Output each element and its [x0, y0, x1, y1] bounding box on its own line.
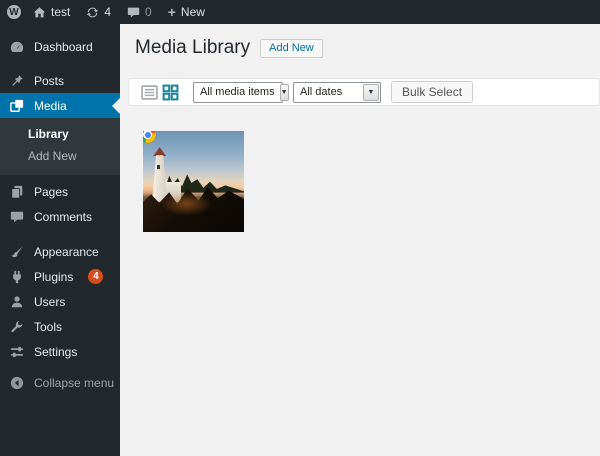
- sidebar-item-posts[interactable]: Posts: [0, 68, 120, 93]
- bulk-select-button[interactable]: Bulk Select: [391, 81, 474, 103]
- pushpin-icon: [12, 74, 23, 86]
- sidebar-item-label: Appearance: [34, 244, 99, 259]
- sidebar-item-media[interactable]: Media: [0, 93, 120, 118]
- sidebar-item-pages[interactable]: Pages: [0, 179, 120, 204]
- pages-icon: [11, 185, 23, 199]
- settings-sliders-icon: [10, 346, 24, 357]
- sidebar-item-tools[interactable]: Tools: [0, 314, 120, 339]
- media-submenu: Library Add New: [0, 118, 120, 175]
- sidebar-item-plugins[interactable]: Plugins 4: [0, 264, 120, 289]
- sidebar-item-users[interactable]: Users: [0, 289, 120, 314]
- sidebar-item-appearance[interactable]: Appearance: [0, 239, 120, 264]
- view-mode-switch: [141, 84, 179, 101]
- home-icon: [33, 6, 46, 17]
- sidebar-item-label: Comments: [34, 209, 93, 224]
- wordpress-logo-icon: W: [7, 5, 21, 19]
- sidebar-item-label: Media: [34, 98, 67, 113]
- media-toolbar: All media items ▼ All dates ▼ Bulk Selec…: [128, 78, 600, 106]
- submenu-item-add-new[interactable]: Add New: [0, 145, 120, 167]
- collapse-menu-button[interactable]: Collapse menu: [0, 370, 120, 395]
- wordpress-menu[interactable]: W: [7, 5, 21, 19]
- chevron-down-icon: ▼: [367, 88, 375, 96]
- photo-lighthouse-window: [157, 165, 161, 170]
- appearance-brush-icon: [11, 245, 23, 257]
- submenu-item-library[interactable]: Library: [0, 123, 120, 145]
- collapse-menu-label: Collapse menu: [34, 375, 115, 390]
- media-icon: [10, 99, 24, 112]
- admin-sidebar: Dashboard Posts Media Library Add New Pa…: [0, 24, 120, 456]
- comments-count: 0: [145, 5, 152, 19]
- site-name-label: test: [51, 5, 71, 19]
- collapse-icon: [10, 376, 24, 389]
- add-new-button[interactable]: Add New: [260, 38, 323, 58]
- dropdown-arrow-button: ▼: [363, 83, 379, 101]
- sidebar-item-label: Dashboard: [34, 39, 93, 54]
- media-type-filter-select[interactable]: All media items ▼: [193, 81, 289, 103]
- sidebar-item-label: Users: [34, 294, 66, 309]
- dashboard-icon: [10, 41, 24, 52]
- sidebar-item-comments[interactable]: Comments: [0, 204, 120, 229]
- updates-menu[interactable]: 4: [86, 5, 111, 19]
- update-icon: [87, 7, 99, 17]
- date-filter-value: All dates: [300, 86, 343, 98]
- sidebar-item-label: Settings: [34, 344, 78, 359]
- comments-menu[interactable]: 0: [127, 5, 152, 19]
- plugins-update-badge: 4: [88, 269, 104, 284]
- sidebar-item-dashboard[interactable]: Dashboard: [0, 34, 120, 59]
- date-filter-select[interactable]: All dates ▼: [293, 81, 381, 103]
- tools-wrench-icon: [11, 320, 23, 332]
- new-menu[interactable]: + New: [168, 5, 205, 19]
- main-content: Media Library Add New All media items ▼ …: [120, 24, 600, 456]
- comments-icon: [10, 211, 24, 222]
- grid-view-icon: [162, 84, 179, 100]
- new-label: New: [180, 5, 205, 19]
- admin-bar: W test 4 0 + New: [0, 0, 600, 24]
- users-icon: [11, 295, 23, 307]
- sidebar-item-settings[interactable]: Settings: [0, 339, 120, 364]
- media-item-lighthouse-photo[interactable]: [143, 131, 244, 232]
- dropdown-arrow-button: ▼: [279, 83, 289, 101]
- media-grid: [143, 131, 244, 232]
- comments-bubble-icon: [127, 7, 140, 17]
- photo-sunlit-rocks: [161, 191, 212, 216]
- media-type-filter-value: All media items: [200, 86, 275, 98]
- list-view-button[interactable]: [141, 84, 158, 101]
- page-header: Media Library Add New: [135, 37, 323, 59]
- plus-icon: +: [167, 4, 176, 20]
- chevron-down-icon: ▼: [280, 88, 288, 96]
- sidebar-item-label: Pages: [34, 184, 69, 199]
- plugins-icon: [13, 270, 21, 283]
- sidebar-item-label: Tools: [34, 319, 63, 334]
- updates-count: 4: [104, 5, 112, 19]
- page-title: Media Library: [135, 37, 251, 58]
- list-view-icon: [141, 84, 158, 100]
- sidebar-item-label: Posts: [34, 73, 65, 88]
- grid-view-button[interactable]: [162, 84, 179, 101]
- site-name-menu[interactable]: test: [33, 5, 70, 19]
- sidebar-item-label: Plugins: [34, 269, 74, 284]
